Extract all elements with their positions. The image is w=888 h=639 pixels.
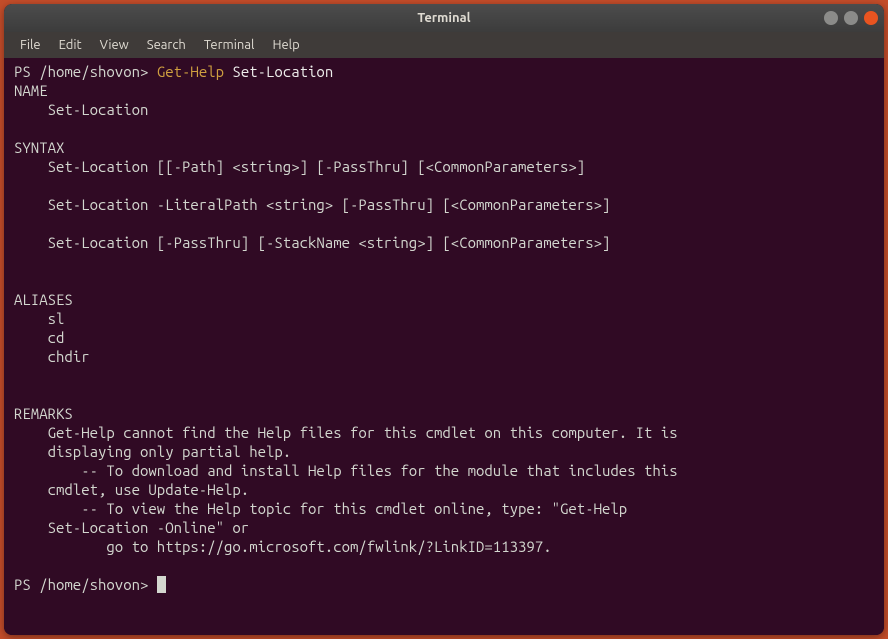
cursor-icon <box>157 576 166 593</box>
menu-terminal[interactable]: Terminal <box>196 35 263 55</box>
command-arg: Set-Location <box>224 63 333 80</box>
titlebar[interactable]: Terminal <box>4 4 884 32</box>
prompt-line-2: PS /home/shovon> <box>14 576 157 593</box>
minimize-icon[interactable] <box>824 11 838 25</box>
menubar: File Edit View Search Terminal Help <box>4 32 884 58</box>
window-controls <box>824 11 878 25</box>
menu-search[interactable]: Search <box>139 35 194 55</box>
menu-edit[interactable]: Edit <box>51 35 90 55</box>
menu-file[interactable]: File <box>12 35 49 55</box>
terminal-body[interactable]: PS /home/shovon> Get-Help Set-Location N… <box>4 58 884 635</box>
command-output: NAME Set-Location SYNTAX Set-Location [[… <box>14 82 678 555</box>
menu-help[interactable]: Help <box>264 35 307 55</box>
menu-view[interactable]: View <box>92 35 137 55</box>
terminal-window: Terminal File Edit View Search Terminal … <box>4 4 884 635</box>
window-title: Terminal <box>417 11 470 25</box>
prompt-line-1: PS /home/shovon> <box>14 63 157 80</box>
close-icon[interactable] <box>864 11 878 25</box>
command-name: Get-Help <box>157 63 224 80</box>
maximize-icon[interactable] <box>844 11 858 25</box>
